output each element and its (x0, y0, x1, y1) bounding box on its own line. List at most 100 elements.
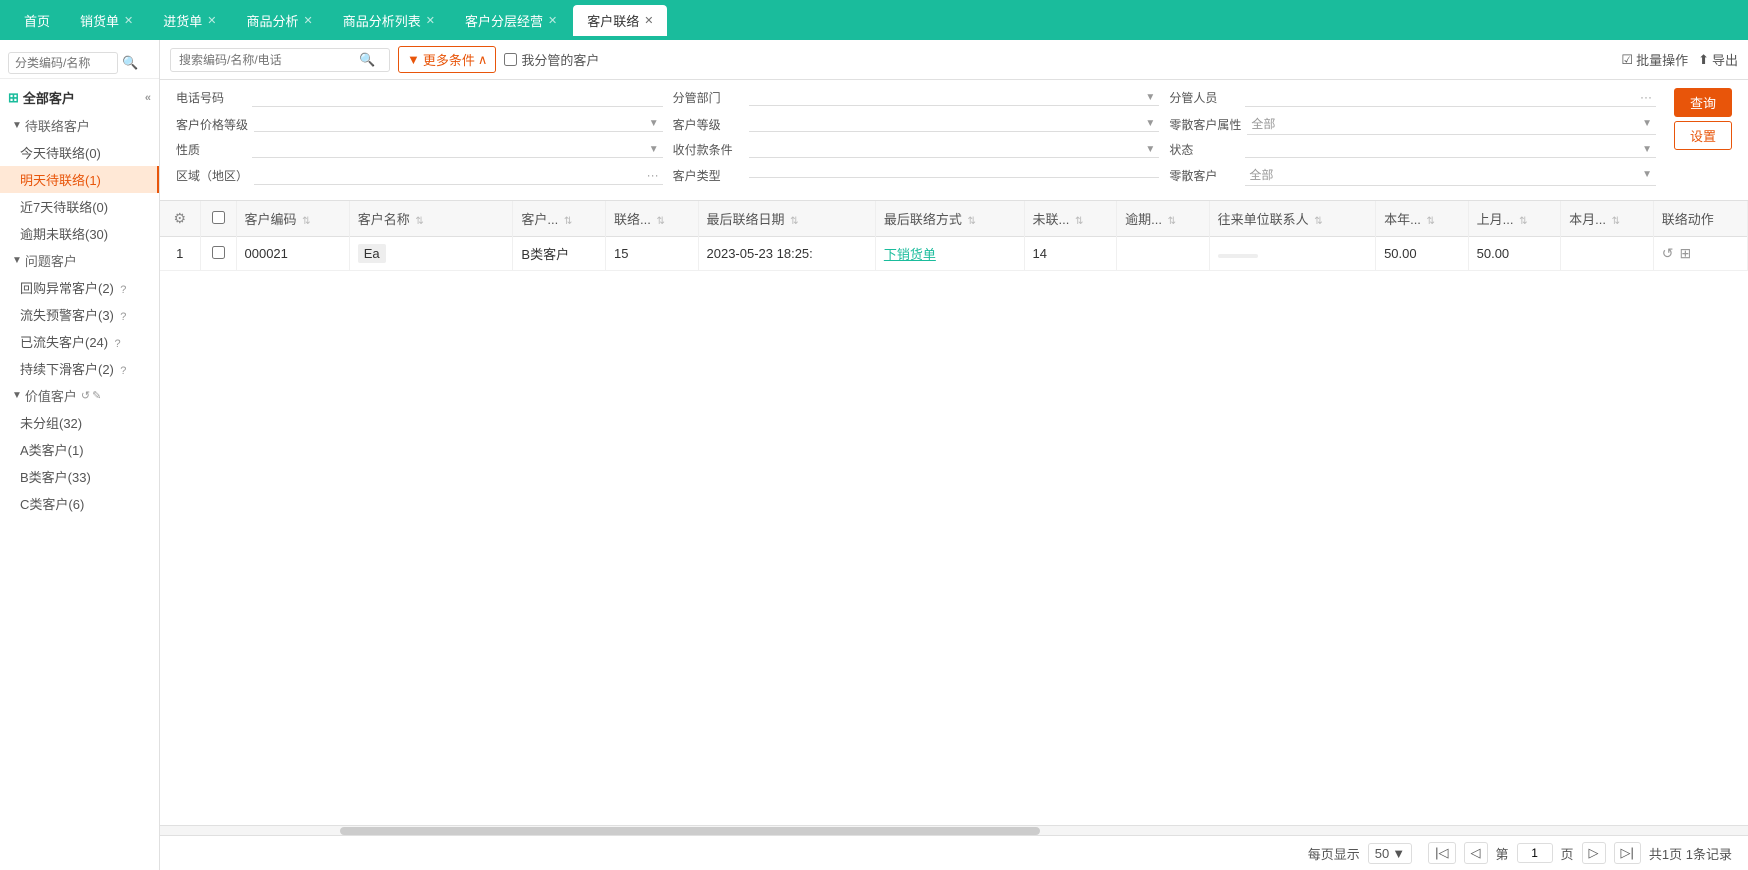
col-header-last-month[interactable]: 上月... ⇅ (1468, 201, 1561, 237)
region-select[interactable]: ··· (254, 166, 663, 185)
main-search-input[interactable] (179, 53, 359, 67)
payment-select[interactable]: ▼ (749, 142, 1160, 158)
more-filters-btn[interactable]: ▼ 更多条件 ∧ (398, 46, 496, 73)
region-dots-icon[interactable]: ··· (647, 168, 659, 182)
col-header-last-contact-date[interactable]: 最后联络日期 ⇅ (698, 201, 875, 237)
help-icon-repurchase: ? (120, 284, 126, 296)
first-page-btn[interactable]: |◁ (1428, 842, 1455, 864)
sidebar-item-tomorrow-contact[interactable]: 明天待联络(1) (0, 166, 159, 193)
sort-overdue-icon: ⇅ (1168, 216, 1176, 227)
close-goods-analysis-list-icon[interactable]: ✕ (426, 14, 435, 27)
sidebar-item-today-contact[interactable]: 今天待联络(0) (0, 139, 159, 166)
batch-operation-btn[interactable]: ☑ 批量操作 (1621, 50, 1688, 69)
row-checkbox[interactable] (212, 246, 225, 259)
scrollbar-thumb[interactable] (340, 827, 1040, 835)
sidebar-group-value-customers[interactable]: ▼ 价值客户 ↺ ✎ (0, 382, 159, 409)
sidebar-item-type-c[interactable]: C类客户(6) (0, 490, 159, 517)
filter-row-4: 区域（地区） ··· 客户类型 (176, 164, 1656, 186)
my-customers-checkbox-label[interactable]: 我分管的客户 (504, 50, 599, 69)
horizontal-scrollbar[interactable] (160, 825, 1748, 835)
toolbar-right: ☑ 批量操作 ⬆ 导出 (1621, 50, 1738, 69)
phone-input[interactable] (252, 88, 663, 107)
sidebar-item-type-a[interactable]: A类客户(1) (0, 436, 159, 463)
close-sales-icon[interactable]: ✕ (124, 14, 133, 27)
col-header-code[interactable]: 客户编码 ⇅ (236, 201, 349, 237)
main-search-box[interactable]: 🔍 (170, 48, 390, 72)
sidebar-item-repurchase-abnormal[interactable]: 回购异常客户(2) ? (0, 274, 159, 301)
sidebar-group-problem-customers[interactable]: ▼ 问题客户 (0, 247, 159, 274)
person-select[interactable]: ··· (1245, 88, 1656, 107)
col-header-name[interactable]: 客户名称 ⇅ (349, 201, 513, 237)
export-btn[interactable]: ⬆ 导出 (1698, 50, 1738, 69)
sidebar-item-type-b[interactable]: B类客户(33) (0, 463, 159, 490)
query-button[interactable]: 查询 (1674, 88, 1732, 117)
gear-settings-icon[interactable]: ⚙ (173, 210, 186, 226)
table-header-row: ⚙ 客户编码 ⇅ 客户名称 ⇅ (160, 201, 1748, 237)
sidebar-group-pending-contact[interactable]: ▼ 待联络客户 (0, 112, 159, 139)
sidebar-all-customers[interactable]: ⊞ 全部客户 « (0, 83, 159, 112)
col-checkbox-header[interactable] (200, 201, 236, 237)
price-level-select[interactable]: ▼ (254, 116, 663, 132)
sidebar-search-icon[interactable]: 🔍 (122, 55, 138, 71)
collapse-all-icon[interactable]: « (145, 92, 151, 104)
current-page-input[interactable] (1517, 843, 1553, 863)
nature-select[interactable]: ▼ (252, 142, 663, 158)
sidebar-item-ungrouped[interactable]: 未分组(32) (0, 409, 159, 436)
sidebar-item-declining[interactable]: 持续下滑客户(2) ? (0, 355, 159, 382)
nav-sales[interactable]: 销货单 ✕ (66, 5, 147, 36)
nav-purchase[interactable]: 进货单 ✕ (149, 5, 230, 36)
payment-arrow-icon: ▼ (1145, 144, 1155, 155)
my-customers-checkbox[interactable] (504, 53, 517, 66)
dept-select[interactable]: ▼ (749, 90, 1160, 106)
close-goods-analysis-icon[interactable]: ✕ (304, 14, 313, 27)
sort-contact-count-icon: ⇅ (656, 216, 664, 227)
action-refresh-icon[interactable]: ↺ (1662, 245, 1674, 262)
retail-customer-select[interactable]: 全部 ▼ (1245, 164, 1656, 186)
next-page-btn[interactable]: ▷ (1582, 842, 1606, 864)
col-header-this-year[interactable]: 本年... ⇅ (1376, 201, 1469, 237)
col-header-overdue[interactable]: 逾期... ⇅ (1117, 201, 1210, 237)
col-header-uncontacted[interactable]: 未联... ⇅ (1024, 201, 1117, 237)
filter-row-3: 性质 ▼ 收付款条件 ▼ (176, 141, 1656, 158)
close-purchase-icon[interactable]: ✕ (207, 14, 216, 27)
row-last-contact-method[interactable]: 下销货单 (875, 237, 1024, 271)
main-search-icon[interactable]: 🔍 (359, 52, 375, 68)
per-page-select[interactable]: 50 ▼ (1368, 843, 1412, 864)
last-page-btn[interactable]: ▷| (1614, 842, 1641, 864)
status-select[interactable]: ▼ (1245, 142, 1656, 158)
close-customer-layer-icon[interactable]: ✕ (548, 14, 557, 27)
col-header-customer-type[interactable]: 客户... ⇅ (513, 201, 606, 237)
prev-page-btn[interactable]: ◁ (1464, 842, 1488, 864)
customer-level-select[interactable]: ▼ (749, 116, 1160, 132)
sidebar-item-churned[interactable]: 已流失客户(24) ? (0, 328, 159, 355)
nav-customer-contact[interactable]: 客户联络 ✕ (573, 5, 667, 36)
nav-customer-layer[interactable]: 客户分层经营 ✕ (451, 5, 571, 36)
col-header-contact-count[interactable]: 联络... ⇅ (605, 201, 698, 237)
col-header-contact-person[interactable]: 往来单位联系人 ⇅ (1209, 201, 1375, 237)
nav-goods-analysis-list[interactable]: 商品分析列表 ✕ (329, 5, 449, 36)
status-arrow-icon: ▼ (1642, 144, 1652, 155)
select-all-checkbox[interactable] (212, 211, 225, 224)
nav-goods-analysis[interactable]: 商品分析 ✕ (232, 5, 326, 36)
sidebar-item-churn-warning[interactable]: 流失预警客户(3) ? (0, 301, 159, 328)
row-action-cell: ↺ ⊞ (1653, 237, 1747, 271)
action-grid-icon[interactable]: ⊞ (1679, 245, 1691, 262)
row-checkbox-cell[interactable] (200, 237, 236, 271)
refresh-icon[interactable]: ↺ (81, 389, 90, 402)
set-button[interactable]: 设置 (1674, 121, 1732, 150)
per-page-value: 50 (1375, 846, 1389, 861)
row-last-contact-date: 2023-05-23 18:25: (698, 237, 875, 271)
col-header-last-contact-method[interactable]: 最后联络方式 ⇅ (875, 201, 1024, 237)
sidebar-search-input[interactable] (8, 52, 118, 74)
col-header-this-month[interactable]: 本月... ⇅ (1561, 201, 1654, 237)
sidebar-item-overdue-contact[interactable]: 逾期未联络(30) (0, 220, 159, 247)
retail-attr-select[interactable]: 全部 ▼ (1247, 113, 1656, 135)
close-customer-contact-icon[interactable]: ✕ (644, 14, 653, 27)
sidebar-item-week-contact[interactable]: 近7天待联络(0) (0, 193, 159, 220)
person-dots-icon[interactable]: ··· (1640, 90, 1652, 104)
edit-value-icon[interactable]: ✎ (92, 389, 101, 402)
nav-home[interactable]: 首页 (10, 5, 64, 36)
table-row: 1 000021 Ea B类客户 (160, 237, 1748, 271)
customer-type-select[interactable] (749, 173, 1160, 178)
sort-this-month-icon: ⇅ (1612, 216, 1620, 227)
